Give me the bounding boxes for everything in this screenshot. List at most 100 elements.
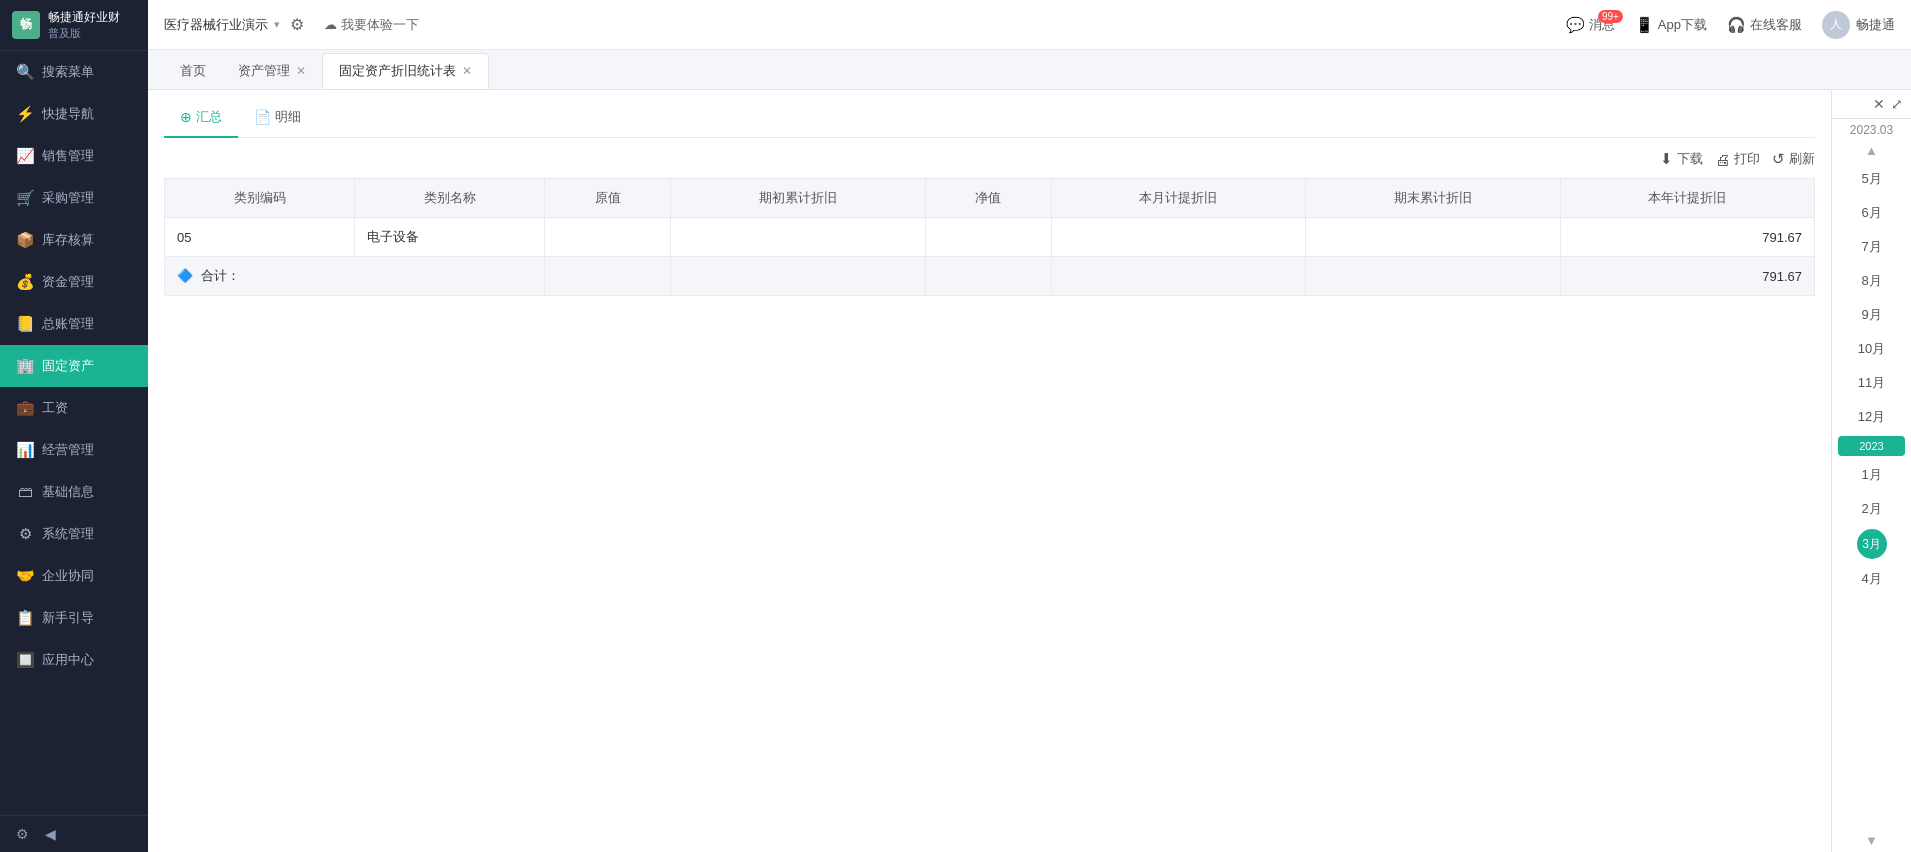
collapse-icon[interactable]: ◀ — [45, 826, 56, 842]
chevron-down-icon: ▾ — [274, 18, 280, 31]
total-icon: 🔷 — [177, 268, 193, 283]
cell-opening-depr — [671, 218, 925, 257]
sidebar-menu: 🔍 搜索菜单 ⚡ 快捷导航 📈 销售管理 🛒 采购管理 📦 库存核算 💰 资金管… — [0, 51, 148, 815]
basic-info-icon: 🗃 — [16, 483, 34, 501]
app-download-button[interactable]: 📱 App下载 — [1635, 16, 1707, 34]
sidebar-label-basic-info: 基础信息 — [42, 483, 94, 501]
tab-asset-mgmt-close[interactable]: ✕ — [296, 65, 306, 77]
depreciation-table: 类别编码 类别名称 原值 期初累计折旧 净值 本月计提折旧 期末累计折旧 本年计… — [164, 178, 1815, 296]
sidebar-item-ledger[interactable]: 📒 总账管理 — [0, 303, 148, 345]
sidebar-item-app-center[interactable]: 🔲 应用中心 — [0, 639, 148, 681]
user-label: 畅捷通 — [1856, 16, 1895, 34]
sidebar-footer: ⚙ ◀ — [0, 815, 148, 852]
sidebar-item-guide[interactable]: 📋 新手引导 — [0, 597, 148, 639]
panel-close-icon[interactable]: ✕ — [1873, 96, 1885, 112]
date-month-7[interactable]: 7月 — [1832, 230, 1911, 264]
funds-icon: 💰 — [16, 273, 34, 291]
payroll-icon: 💼 — [16, 399, 34, 417]
panel-expand-icon[interactable]: ⤢ — [1891, 96, 1903, 112]
sidebar-item-payroll[interactable]: 💼 工资 — [0, 387, 148, 429]
sidebar-label-guide: 新手引导 — [42, 609, 94, 627]
sub-tabs: ⊕ 汇总 📄 明细 — [164, 102, 1815, 138]
print-button[interactable]: 🖨 打印 — [1715, 150, 1760, 168]
date-month-2[interactable]: 2月 — [1832, 492, 1911, 526]
tab-asset-mgmt-label: 资产管理 — [238, 62, 290, 80]
purchase-icon: 🛒 — [16, 189, 34, 207]
sidebar-item-enterprise[interactable]: 🤝 企业协同 — [0, 555, 148, 597]
tab-home[interactable]: 首页 — [164, 53, 222, 89]
download-button[interactable]: ⬇ 下载 — [1660, 150, 1703, 168]
refresh-button[interactable]: ↺ 刷新 — [1772, 150, 1815, 168]
sidebar-item-search[interactable]: 🔍 搜索菜单 — [0, 51, 148, 93]
date-month-11[interactable]: 11月 — [1832, 366, 1911, 400]
sidebar-item-purchase[interactable]: 🛒 采购管理 — [0, 177, 148, 219]
topbar: 医疗器械行业演示 ▾ ⚙ ☁ 我要体验一下 💬 消息 99+ 📱 App下载 🎧… — [148, 0, 1911, 50]
download-btn-icon: ⬇ — [1660, 150, 1673, 168]
print-icon: 🖨 — [1715, 151, 1730, 168]
date-month-8[interactable]: 8月 — [1832, 264, 1911, 298]
sidebar-item-inventory[interactable]: 📦 库存核算 — [0, 219, 148, 261]
service-button[interactable]: 🎧 在线客服 — [1727, 16, 1802, 34]
sidebar-item-fixed-assets[interactable]: 🏢 固定资产 — [0, 345, 148, 387]
col-header-closing-depr: 期末累计折旧 — [1306, 179, 1560, 218]
detail-icon: 📄 — [254, 109, 271, 125]
date-month-3-selected[interactable]: 3月 — [1857, 529, 1887, 559]
company-selector[interactable]: 医疗器械行业演示 ▾ — [164, 16, 280, 34]
experience-label: 我要体验一下 — [341, 16, 419, 34]
total-original — [545, 257, 671, 296]
date-year-2023[interactable]: 2023 — [1838, 436, 1905, 456]
total-annual-depr: 791.67 — [1560, 257, 1814, 296]
date-month-5[interactable]: 5月 — [1832, 162, 1911, 196]
sub-tab-summary[interactable]: ⊕ 汇总 — [164, 102, 238, 138]
user-profile[interactable]: 人 畅捷通 — [1822, 11, 1895, 39]
date-month-1[interactable]: 1月 — [1832, 458, 1911, 492]
sidebar-item-sales[interactable]: 📈 销售管理 — [0, 135, 148, 177]
col-header-net-value: 净值 — [925, 179, 1051, 218]
sidebar-label-app-center: 应用中心 — [42, 651, 94, 669]
cell-monthly-depr — [1051, 218, 1305, 257]
date-month-10[interactable]: 10月 — [1832, 332, 1911, 366]
print-btn-label: 打印 — [1734, 150, 1760, 168]
tab-depreciation-table[interactable]: 固定资产折旧统计表 ✕ — [322, 53, 489, 89]
col-header-original: 原值 — [545, 179, 671, 218]
sidebar-label-fixed-assets: 固定资产 — [42, 357, 94, 375]
sidebar-item-basic-info[interactable]: 🗃 基础信息 — [0, 471, 148, 513]
date-nav-up[interactable]: ▲ — [1832, 139, 1911, 162]
sidebar-label-sales: 销售管理 — [42, 147, 94, 165]
table-container: 类别编码 类别名称 原值 期初累计折旧 净值 本月计提折旧 期末累计折旧 本年计… — [164, 178, 1815, 296]
tabs-bar: 首页 资产管理 ✕ 固定资产折旧统计表 ✕ — [148, 50, 1911, 90]
sidebar-item-funds[interactable]: 💰 资金管理 — [0, 261, 148, 303]
message-button[interactable]: 💬 消息 99+ — [1566, 16, 1615, 34]
date-month-12[interactable]: 12月 — [1832, 400, 1911, 434]
sidebar-item-quick-nav[interactable]: ⚡ 快捷导航 — [0, 93, 148, 135]
table-row: 05 电子设备 791.67 — [165, 218, 1815, 257]
app-logo-icon: 畅 — [12, 11, 40, 39]
topbar-settings-icon[interactable]: ⚙ — [290, 15, 304, 34]
sub-tab-detail[interactable]: 📄 明细 — [238, 102, 317, 138]
sidebar-item-operations[interactable]: 📊 经营管理 — [0, 429, 148, 471]
tab-asset-mgmt[interactable]: 资产管理 ✕ — [222, 53, 322, 89]
date-month-6[interactable]: 6月 — [1832, 196, 1911, 230]
date-month-4[interactable]: 4月 — [1832, 562, 1911, 596]
search-icon: 🔍 — [16, 63, 34, 81]
tab-depreciation-close[interactable]: ✕ — [462, 65, 472, 77]
main-panel: ⊕ 汇总 📄 明细 ⬇ 下载 🖨 打印 ↺ — [148, 90, 1831, 852]
message-badge: 99+ — [1598, 10, 1623, 23]
col-header-code: 类别编码 — [165, 179, 355, 218]
date-nav-down[interactable]: ▼ — [1832, 829, 1911, 852]
refresh-icon: ↺ — [1772, 150, 1785, 168]
date-scroll[interactable]: 5月 6月 7月 8月 9月 10月 11月 12月 2023 1月 2月 3月… — [1832, 162, 1911, 829]
experience-button[interactable]: ☁ 我要体验一下 — [324, 16, 419, 34]
enterprise-icon: 🤝 — [16, 567, 34, 585]
service-icon: 🎧 — [1727, 16, 1746, 34]
sales-icon: 📈 — [16, 147, 34, 165]
ledger-icon: 📒 — [16, 315, 34, 333]
date-month-9[interactable]: 9月 — [1832, 298, 1911, 332]
settings-footer-icon[interactable]: ⚙ — [16, 826, 29, 842]
download-icon: 📱 — [1635, 16, 1654, 34]
sidebar-item-system[interactable]: ⚙ 系统管理 — [0, 513, 148, 555]
toolbar: ⬇ 下载 🖨 打印 ↺ 刷新 — [164, 150, 1815, 168]
download-btn-label: 下载 — [1677, 150, 1703, 168]
sidebar-label-search: 搜索菜单 — [42, 63, 94, 81]
sidebar-label-funds: 资金管理 — [42, 273, 94, 291]
